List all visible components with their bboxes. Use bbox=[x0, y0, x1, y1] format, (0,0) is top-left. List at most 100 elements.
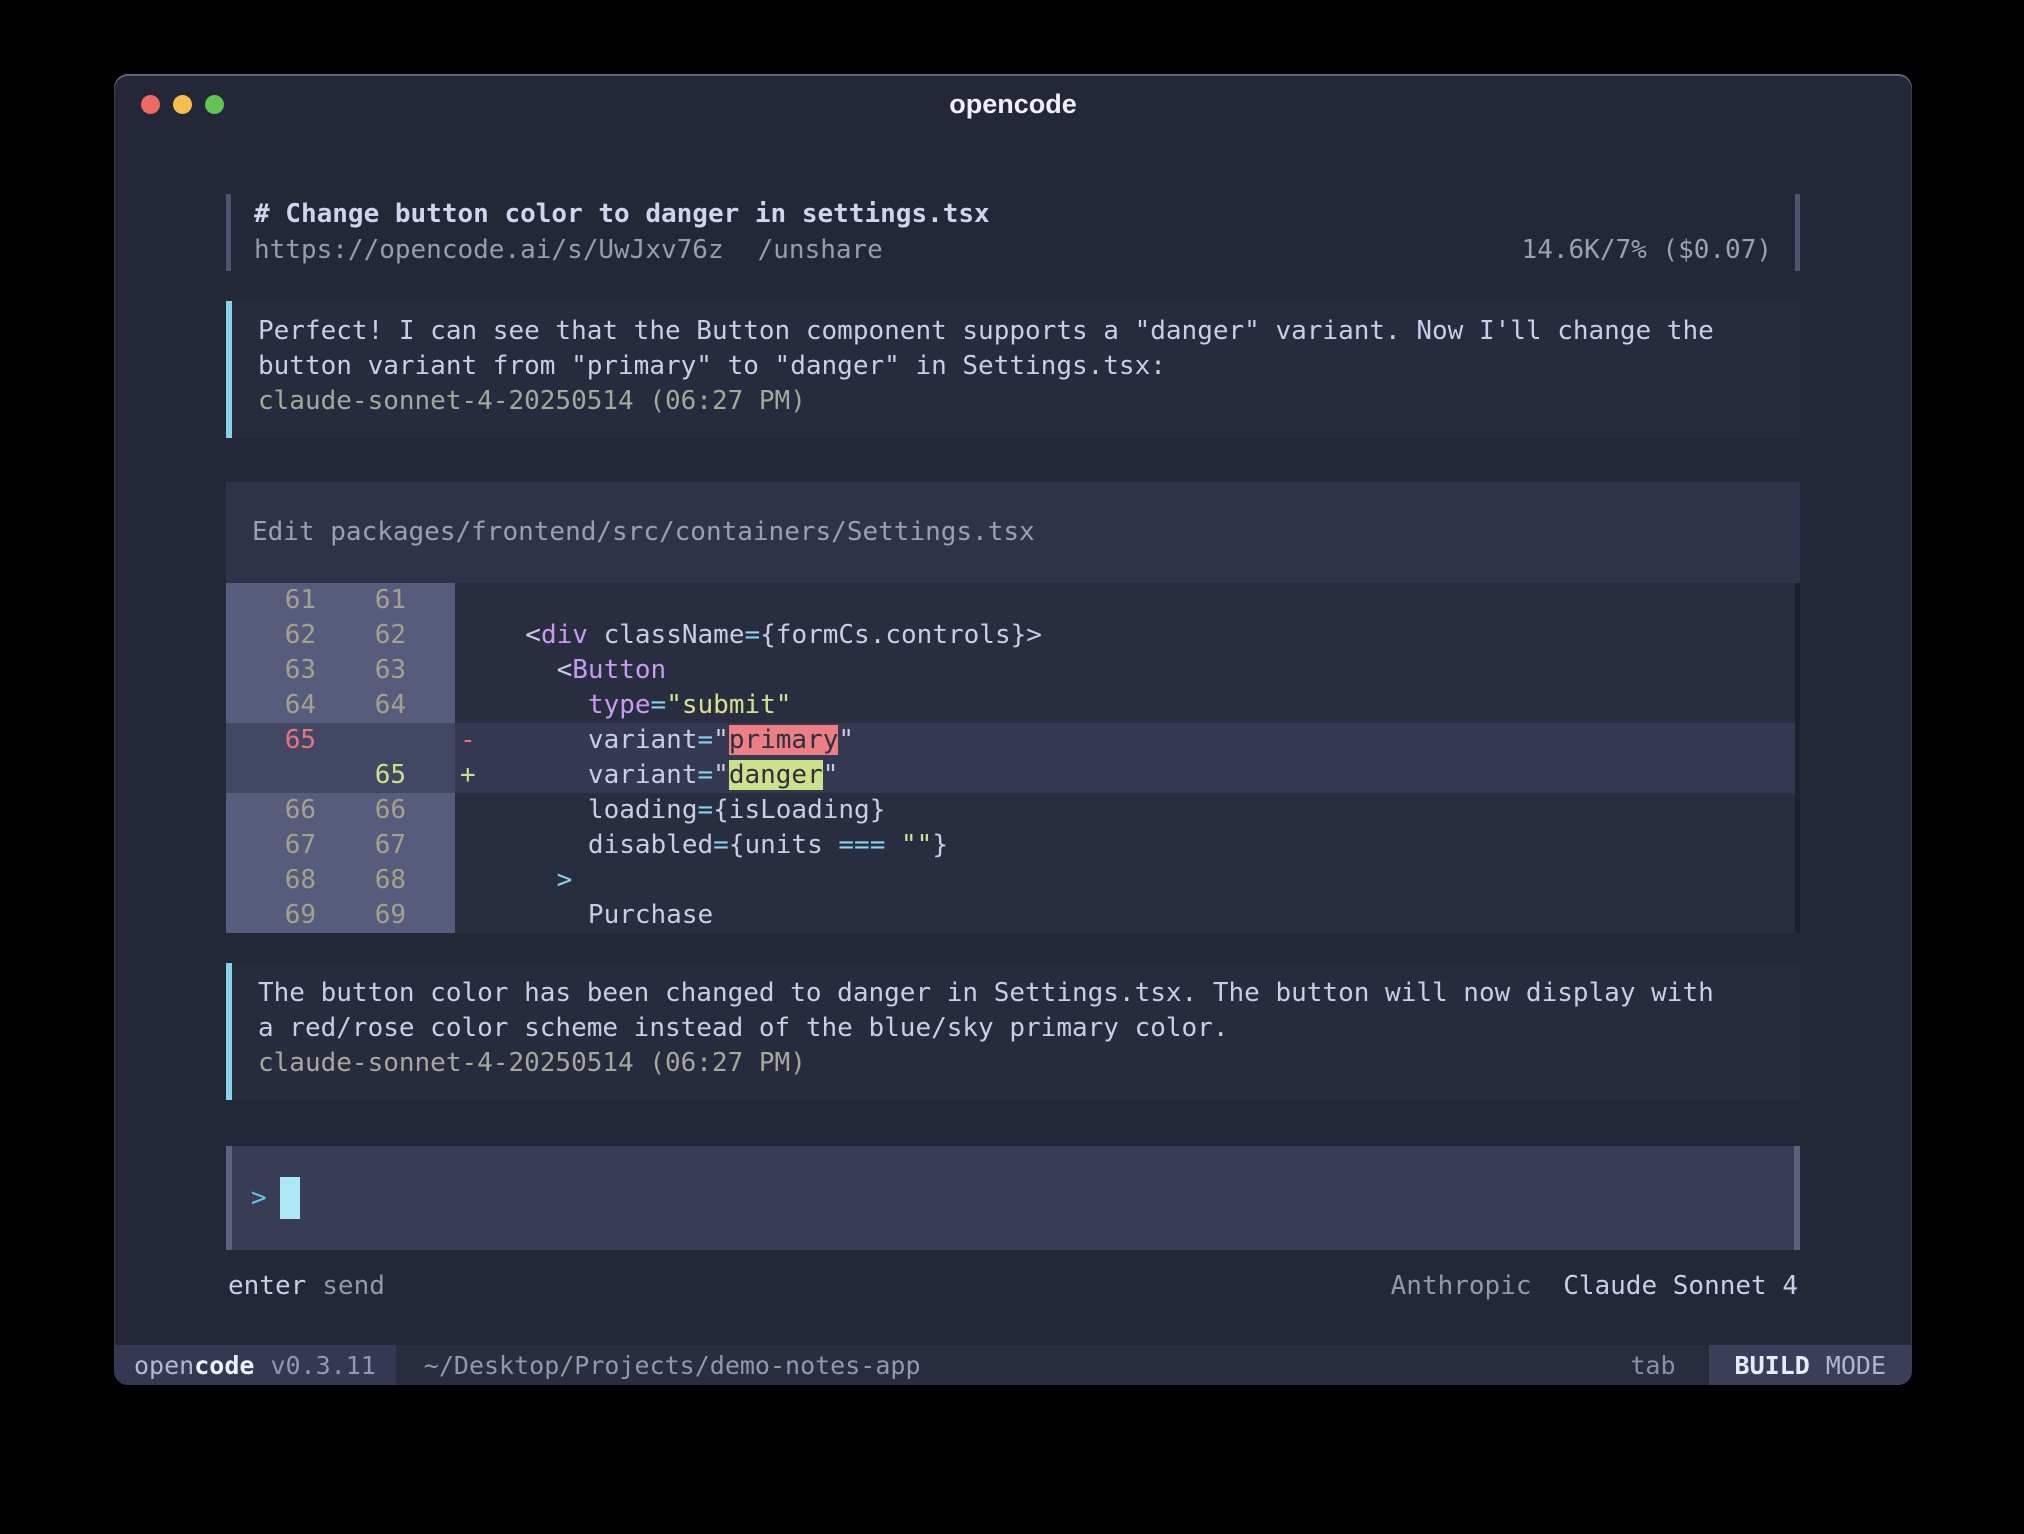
code-line: variant="danger" bbox=[494, 758, 838, 793]
prompt-input[interactable]: > bbox=[226, 1146, 1800, 1250]
new-line-number: 66 bbox=[316, 793, 406, 828]
code-token: = bbox=[698, 795, 714, 825]
diff-row: 6666 loading={isLoading} bbox=[226, 793, 1795, 828]
mode-suffix: MODE bbox=[1826, 1351, 1886, 1380]
code-token: = bbox=[651, 690, 667, 720]
gutter-pad bbox=[406, 758, 455, 793]
code-line: disabled={units === ""} bbox=[494, 828, 948, 863]
code-line: Purchase bbox=[494, 898, 713, 933]
code-token: disabled bbox=[494, 830, 713, 860]
new-line-number: 62 bbox=[316, 618, 406, 653]
unshare-command[interactable]: /unshare bbox=[758, 232, 883, 268]
close-button[interactable] bbox=[141, 95, 160, 114]
new-line-number bbox=[316, 723, 406, 758]
code-token: div bbox=[541, 620, 588, 650]
code-token: {isLoading} bbox=[713, 795, 885, 825]
enter-key-hint: enter bbox=[228, 1268, 306, 1304]
diff: 61616262 <div className={formCs.controls… bbox=[226, 583, 1800, 933]
old-line-number: 68 bbox=[226, 863, 316, 898]
diff-row: 6161 bbox=[226, 583, 1795, 618]
old-line-number: 63 bbox=[226, 653, 316, 688]
model-name: Claude Sonnet 4 bbox=[1563, 1271, 1798, 1301]
statusbar-spacer bbox=[921, 1345, 1631, 1385]
app-version: v0.3.11 bbox=[270, 1351, 375, 1380]
model-info: Anthropic Claude Sonnet 4 bbox=[1391, 1268, 1798, 1304]
window-title: opencode bbox=[114, 74, 1912, 134]
session-subheader: https://opencode.ai/s/UwJxv76z /unshare … bbox=[254, 232, 1772, 268]
old-line-number: 64 bbox=[226, 688, 316, 723]
code-token: className bbox=[588, 620, 745, 650]
code-token: === bbox=[838, 830, 885, 860]
new-line-number: 63 bbox=[316, 653, 406, 688]
diff-marker bbox=[455, 863, 494, 898]
code-token: " bbox=[823, 760, 839, 790]
gutter-pad bbox=[406, 793, 455, 828]
session-title: # Change button color to danger in setti… bbox=[254, 197, 1772, 232]
diff-row: 6464 type="submit" bbox=[226, 688, 1795, 723]
old-line-number: 61 bbox=[226, 583, 316, 618]
old-line-number: 67 bbox=[226, 828, 316, 863]
titlebar: opencode bbox=[114, 74, 1912, 132]
new-line-number: 65 bbox=[316, 758, 406, 793]
code-line: <Button bbox=[494, 653, 666, 688]
new-line-number: 68 bbox=[316, 863, 406, 898]
diff-marker bbox=[455, 618, 494, 653]
mode-name: BUILD bbox=[1735, 1351, 1810, 1380]
gutter-pad bbox=[406, 723, 455, 758]
code-token: loading bbox=[494, 795, 698, 825]
code-token: " bbox=[713, 760, 729, 790]
code-token bbox=[885, 830, 901, 860]
code-line: loading={isLoading} bbox=[494, 793, 885, 828]
diff-row: 6363 <Button bbox=[226, 653, 1795, 688]
text-cursor bbox=[280, 1177, 300, 1219]
code-token: type bbox=[588, 690, 651, 720]
code-token: primary bbox=[729, 725, 839, 755]
diff-marker bbox=[455, 828, 494, 863]
assistant-message: Perfect! I can see that the Button compo… bbox=[226, 301, 1800, 438]
app-name-regular: open bbox=[134, 1351, 194, 1380]
edit-tool-block: Edit packages/frontend/src/containers/Se… bbox=[226, 482, 1800, 933]
code-token: " bbox=[838, 725, 854, 755]
gutter-pad bbox=[406, 688, 455, 723]
diff-marker bbox=[455, 653, 494, 688]
code-token: = bbox=[713, 830, 729, 860]
new-line-number: 64 bbox=[316, 688, 406, 723]
code-line: variant="primary" bbox=[494, 723, 854, 758]
code-token: < bbox=[494, 655, 572, 685]
diff-marker bbox=[455, 898, 494, 933]
diff-marker: - bbox=[455, 723, 494, 758]
traffic-lights bbox=[141, 95, 224, 114]
app-name-bold: code bbox=[194, 1351, 254, 1380]
diff-marker bbox=[455, 688, 494, 723]
assistant-message-text: The button color has been changed to dan… bbox=[258, 976, 1774, 1046]
old-line-number: 62 bbox=[226, 618, 316, 653]
old-line-number bbox=[226, 758, 316, 793]
edit-tool-title: Edit packages/frontend/src/containers/Se… bbox=[226, 482, 1800, 583]
new-line-number: 69 bbox=[316, 898, 406, 933]
code-token: = bbox=[698, 760, 714, 790]
code-token bbox=[494, 690, 588, 720]
gutter-pad bbox=[406, 863, 455, 898]
tab-key-hint: tab bbox=[1630, 1345, 1675, 1385]
code-line: <div className={formCs.controls}> bbox=[494, 618, 1042, 653]
code-token: variant bbox=[494, 725, 698, 755]
status-bar: opencode v0.3.11 ~/Desktop/Projects/demo… bbox=[114, 1345, 1912, 1385]
zoom-button[interactable] bbox=[205, 95, 224, 114]
code-token: "" bbox=[901, 830, 932, 860]
main-content: # Change button color to danger in setti… bbox=[114, 194, 1912, 1304]
minimize-button[interactable] bbox=[173, 95, 192, 114]
share-url-link[interactable]: https://opencode.ai/s/UwJxv76z bbox=[254, 232, 724, 268]
session-header: # Change button color to danger in setti… bbox=[226, 194, 1800, 271]
app-version-segment: opencode v0.3.11 bbox=[114, 1345, 396, 1385]
code-token: = bbox=[744, 620, 760, 650]
code-token: "submit" bbox=[666, 690, 791, 720]
diff-row: 65- variant="primary" bbox=[226, 723, 1795, 758]
diff-row: 65+ variant="danger" bbox=[226, 758, 1795, 793]
new-line-number: 67 bbox=[316, 828, 406, 863]
code-token: } bbox=[932, 830, 948, 860]
code-token: " bbox=[713, 725, 729, 755]
gutter-pad bbox=[406, 653, 455, 688]
assistant-message-meta: claude-sonnet-4-20250514 (06:27 PM) bbox=[258, 1046, 1774, 1081]
assistant-message: The button color has been changed to dan… bbox=[226, 963, 1800, 1100]
code-token: {units bbox=[729, 830, 839, 860]
